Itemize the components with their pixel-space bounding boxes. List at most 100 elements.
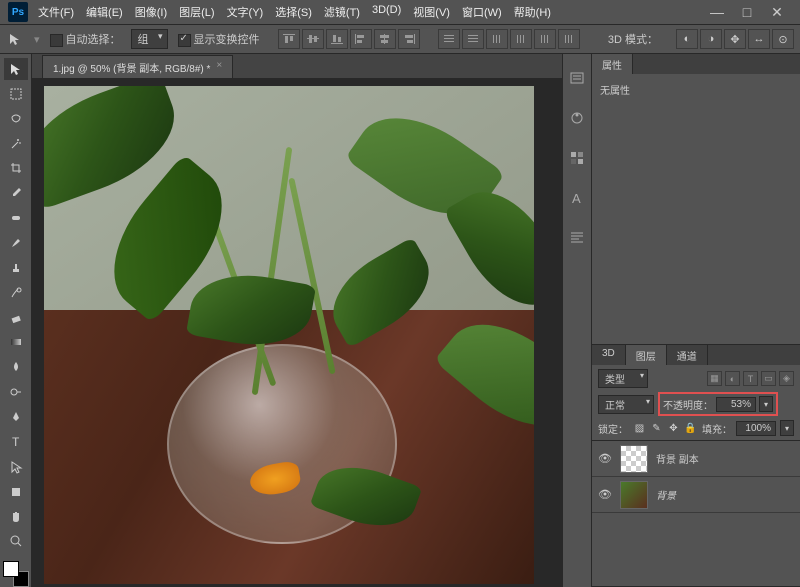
- blend-mode-select[interactable]: 正常: [598, 395, 654, 414]
- history-panel-icon[interactable]: [567, 68, 587, 88]
- maximize-icon[interactable]: □: [732, 4, 762, 21]
- align-hcenter-icon[interactable]: [374, 29, 396, 49]
- align-left-icon[interactable]: [350, 29, 372, 49]
- layer-name[interactable]: 背景 副本: [656, 451, 699, 466]
- document-tab[interactable]: 1.jpg @ 50% (背景 副本, RGB/8#) * ×: [42, 55, 233, 78]
- align-top-icon[interactable]: [278, 29, 300, 49]
- stamp-tool[interactable]: [4, 257, 28, 279]
- collapsed-panels-strip: A: [562, 54, 592, 587]
- visibility-icon[interactable]: 👁: [598, 452, 612, 466]
- tab-close-icon[interactable]: ×: [216, 60, 222, 75]
- filter-shape-icon[interactable]: ▭: [761, 371, 776, 386]
- opacity-highlight: 不透明度： 53% ▾: [658, 392, 778, 416]
- svg-text:A: A: [572, 191, 581, 206]
- channels-tab[interactable]: 通道: [667, 345, 708, 365]
- path-select-tool[interactable]: [4, 456, 28, 478]
- layer-filter-select[interactable]: 类型: [598, 369, 648, 388]
- dist-2-icon[interactable]: [462, 29, 484, 49]
- wand-tool[interactable]: [4, 133, 28, 155]
- eraser-tool[interactable]: [4, 307, 28, 329]
- layers-tab[interactable]: 图层: [626, 345, 667, 365]
- character-panel-icon[interactable]: A: [567, 188, 587, 208]
- foreground-swatch[interactable]: [3, 561, 19, 577]
- history-brush-tool[interactable]: [4, 282, 28, 304]
- menu-select[interactable]: 选择(S): [275, 4, 312, 20]
- 3d-zoom-icon[interactable]: ⊙: [772, 29, 794, 49]
- dist-3-icon[interactable]: [486, 29, 508, 49]
- align-right-icon[interactable]: [398, 29, 420, 49]
- lock-icons: ▨ ✎ ✥ 🔒: [632, 421, 698, 436]
- layer-name[interactable]: 背景: [656, 487, 676, 502]
- menu-filter[interactable]: 滤镜(T): [324, 4, 360, 20]
- align-vcenter-icon[interactable]: [302, 29, 324, 49]
- dist-4-icon[interactable]: [510, 29, 532, 49]
- type-tool[interactable]: T: [4, 431, 28, 453]
- layer-row[interactable]: 👁 背景 副本: [592, 441, 800, 477]
- autoselect-label: 自动选择：: [66, 34, 121, 46]
- healing-tool[interactable]: [4, 207, 28, 229]
- menu-layer[interactable]: 图层(L): [179, 4, 214, 20]
- 3d-orbit-icon[interactable]: ◐: [676, 29, 698, 49]
- menu-3d[interactable]: 3D(D): [372, 4, 401, 20]
- lock-pixels-icon[interactable]: ✎: [649, 421, 664, 436]
- document-canvas[interactable]: [44, 86, 534, 584]
- menu-type[interactable]: 文字(Y): [227, 4, 264, 20]
- close-icon[interactable]: ✕: [762, 4, 792, 21]
- svg-text:T: T: [12, 435, 20, 449]
- move-tool[interactable]: [4, 58, 28, 80]
- marquee-tool[interactable]: [4, 83, 28, 105]
- opacity-dropdown-icon[interactable]: ▾: [759, 396, 773, 412]
- paragraph-panel-icon[interactable]: [567, 228, 587, 248]
- filter-adjust-icon[interactable]: ◐: [725, 371, 740, 386]
- pen-tool[interactable]: [4, 406, 28, 428]
- layer-row[interactable]: 👁 背景: [592, 477, 800, 513]
- hand-tool[interactable]: [4, 505, 28, 527]
- minimize-icon[interactable]: —: [702, 4, 732, 21]
- visibility-icon[interactable]: 👁: [598, 488, 612, 502]
- color-swatches[interactable]: [3, 561, 29, 587]
- autoselect-checkbox[interactable]: [50, 34, 63, 47]
- zoom-tool[interactable]: [4, 530, 28, 552]
- lock-position-icon[interactable]: ✥: [666, 421, 681, 436]
- fill-dropdown-icon[interactable]: ▾: [780, 420, 794, 436]
- color-panel-icon[interactable]: [567, 108, 587, 128]
- dist-5-icon[interactable]: [534, 29, 556, 49]
- eyedropper-tool[interactable]: [4, 182, 28, 204]
- blur-tool[interactable]: [4, 356, 28, 378]
- fill-value[interactable]: 100%: [736, 421, 776, 436]
- lasso-tool[interactable]: [4, 108, 28, 130]
- brush-tool[interactable]: [4, 232, 28, 254]
- 3d-tab[interactable]: 3D: [592, 345, 626, 365]
- 3d-pan-icon[interactable]: ✥: [724, 29, 746, 49]
- menu-file[interactable]: 文件(F): [38, 4, 74, 20]
- menu-image[interactable]: 图像(I): [135, 4, 167, 20]
- dodge-tool[interactable]: [4, 381, 28, 403]
- crop-tool[interactable]: [4, 157, 28, 179]
- lock-transparent-icon[interactable]: ▨: [632, 421, 647, 436]
- gradient-tool[interactable]: [4, 331, 28, 353]
- layer-thumbnail[interactable]: [620, 445, 648, 473]
- properties-tab[interactable]: 属性: [592, 54, 633, 74]
- show-transform-checkbox[interactable]: [178, 34, 191, 47]
- filter-pixel-icon[interactable]: ▦: [707, 371, 722, 386]
- filter-smart-icon[interactable]: ◈: [779, 371, 794, 386]
- layer-thumbnail[interactable]: [620, 481, 648, 509]
- window-controls: — □ ✕: [702, 4, 792, 21]
- autoselect-target-select[interactable]: 组: [131, 29, 168, 49]
- filter-type-icon[interactable]: T: [743, 371, 758, 386]
- 3d-slide-icon[interactable]: ↔: [748, 29, 770, 49]
- canvas-viewport[interactable]: [32, 78, 562, 587]
- align-bottom-icon[interactable]: [326, 29, 348, 49]
- dist-1-icon[interactable]: [438, 29, 460, 49]
- 3d-roll-icon[interactable]: ◑: [700, 29, 722, 49]
- opacity-value[interactable]: 53%: [716, 397, 756, 412]
- menu-help[interactable]: 帮助(H): [514, 4, 551, 20]
- menu-edit[interactable]: 编辑(E): [86, 4, 123, 20]
- shape-tool[interactable]: [4, 481, 28, 503]
- menu-window[interactable]: 窗口(W): [462, 4, 502, 20]
- swatches-panel-icon[interactable]: [567, 148, 587, 168]
- lock-all-icon[interactable]: 🔒: [683, 421, 698, 436]
- move-tool-icon[interactable]: [6, 30, 24, 48]
- menu-view[interactable]: 视图(V): [413, 4, 450, 20]
- dist-6-icon[interactable]: [558, 29, 580, 49]
